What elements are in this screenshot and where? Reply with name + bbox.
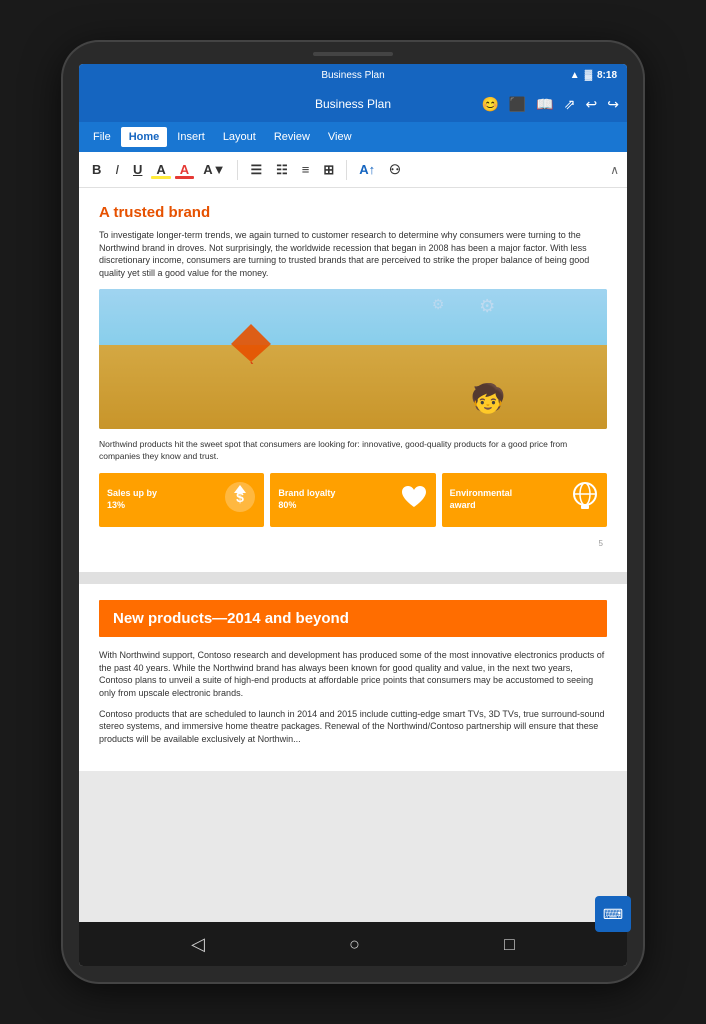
undo-icon[interactable]: ↩ bbox=[586, 96, 598, 113]
globe-icon bbox=[571, 481, 599, 519]
info-box-sales: Sales up by13% $ bbox=[99, 473, 264, 527]
info-boxes: Sales up by13% $ Brand loyalty80% bbox=[99, 473, 607, 527]
page-2: New products—2014 and beyond With Northw… bbox=[79, 584, 627, 771]
info-box-loyalty: Brand loyalty80% bbox=[270, 473, 435, 527]
status-title: Business Plan bbox=[321, 70, 384, 81]
body-text-trusted: To investigate longer-term trends, we ag… bbox=[99, 229, 607, 279]
font-color-underline bbox=[175, 176, 194, 179]
document-content[interactable]: A trusted brand To investigate longer-te… bbox=[79, 188, 627, 922]
recents-button[interactable]: □ bbox=[504, 934, 515, 955]
toolbar-collapse[interactable]: ∧ bbox=[610, 163, 619, 177]
italic-button[interactable]: I bbox=[110, 160, 124, 179]
page-break bbox=[79, 572, 627, 584]
environmental-label: Environmentalaward bbox=[450, 488, 513, 511]
image-sky bbox=[99, 289, 607, 348]
page-1: A trusted brand To investigate longer-te… bbox=[79, 188, 627, 572]
menu-file[interactable]: File bbox=[85, 127, 119, 147]
underline-button[interactable]: U bbox=[128, 160, 147, 179]
kite-image: ⚙ ⚙ 🧒 bbox=[99, 289, 607, 429]
body-text-2-p2: Contoso products that are scheduled to l… bbox=[99, 708, 607, 746]
child-silhouette: 🧒 bbox=[471, 382, 506, 415]
wifi-icon: ▲ bbox=[570, 70, 580, 81]
screen: Business Plan ▲ ▓ 8:18 Business Plan 😊 ⬛… bbox=[79, 64, 627, 966]
bold-button[interactable]: B bbox=[87, 160, 106, 179]
find-button[interactable]: ⚇ bbox=[384, 160, 406, 180]
sales-label: Sales up by13% bbox=[107, 488, 157, 511]
home-button[interactable]: ○ bbox=[349, 934, 360, 955]
floating-action-button[interactable]: ⌨ bbox=[595, 896, 627, 932]
heart-icon bbox=[400, 483, 428, 517]
highlight-button[interactable]: A bbox=[151, 160, 170, 179]
toolbar-divider-2 bbox=[346, 160, 347, 180]
title-bar-title: Business Plan bbox=[315, 97, 391, 111]
format-button[interactable]: A↑ bbox=[354, 160, 380, 179]
image-field bbox=[99, 345, 607, 429]
menu-review[interactable]: Review bbox=[266, 127, 318, 147]
time: 8:18 bbox=[597, 70, 617, 81]
bottom-nav: ◁ ○ □ bbox=[79, 922, 627, 966]
battery-icon: ▓ bbox=[585, 70, 592, 81]
font-size-button[interactable]: A▼ bbox=[198, 160, 230, 179]
menu-layout[interactable]: Layout bbox=[215, 127, 264, 147]
share-icon[interactable]: ⇗ bbox=[564, 96, 576, 113]
section-title-trusted: A trusted brand bbox=[99, 204, 607, 221]
save-icon[interactable]: ⬛ bbox=[509, 96, 526, 113]
tablet-device: Business Plan ▲ ▓ 8:18 Business Plan 😊 ⬛… bbox=[63, 42, 643, 982]
loyalty-label: Brand loyalty80% bbox=[278, 488, 335, 511]
menu-home[interactable]: Home bbox=[121, 127, 168, 147]
info-box-environmental: Environmentalaward bbox=[442, 473, 607, 527]
status-icons: ▲ ▓ 8:18 bbox=[570, 70, 617, 81]
font-color-button[interactable]: A bbox=[175, 160, 194, 179]
floating-icon: ⌨ bbox=[603, 906, 623, 923]
menu-insert[interactable]: Insert bbox=[169, 127, 213, 147]
highlight-underline bbox=[151, 176, 170, 179]
title-bar: Business Plan 😊 ⬛ 📖 ⇗ ↩ ↪ bbox=[79, 86, 627, 122]
book-icon[interactable]: 📖 bbox=[536, 96, 553, 113]
section-banner: New products—2014 and beyond bbox=[99, 600, 607, 637]
back-button[interactable]: ◁ bbox=[191, 934, 205, 955]
section-banner-text: New products—2014 and beyond bbox=[113, 610, 593, 627]
menu-view[interactable]: View bbox=[320, 127, 360, 147]
kite-shape bbox=[226, 324, 276, 369]
emoji-icon[interactable]: 😊 bbox=[481, 96, 498, 113]
redo-icon[interactable]: ↪ bbox=[607, 96, 619, 113]
align-button[interactable]: ≡ bbox=[297, 160, 315, 179]
toolbar-divider-1 bbox=[237, 160, 238, 180]
caption-text: Northwind products hit the sweet spot th… bbox=[99, 439, 607, 463]
sales-icon: $ bbox=[224, 481, 256, 519]
menu-bar: File Home Insert Layout Review View bbox=[79, 122, 627, 152]
bullets-button[interactable]: ☰ bbox=[245, 160, 267, 180]
indent-button[interactable]: ⊞ bbox=[318, 160, 339, 180]
title-bar-icons[interactable]: 😊 ⬛ 📖 ⇗ ↩ ↪ bbox=[481, 96, 619, 113]
status-bar: Business Plan ▲ ▓ 8:18 bbox=[79, 64, 627, 86]
body-text-2-p1: With Northwind support, Contoso research… bbox=[99, 649, 607, 699]
wind-turbine-icon: ⚙ bbox=[479, 296, 495, 317]
toolbar: B I U A A A▼ ☰ ☷ ≡ ⊞ A↑ ⚇ ∧ bbox=[79, 152, 627, 188]
page-number: 5 bbox=[99, 535, 607, 556]
wind-turbine-icon-2: ⚙ bbox=[432, 296, 445, 313]
numbered-button[interactable]: ☷ bbox=[271, 160, 293, 180]
